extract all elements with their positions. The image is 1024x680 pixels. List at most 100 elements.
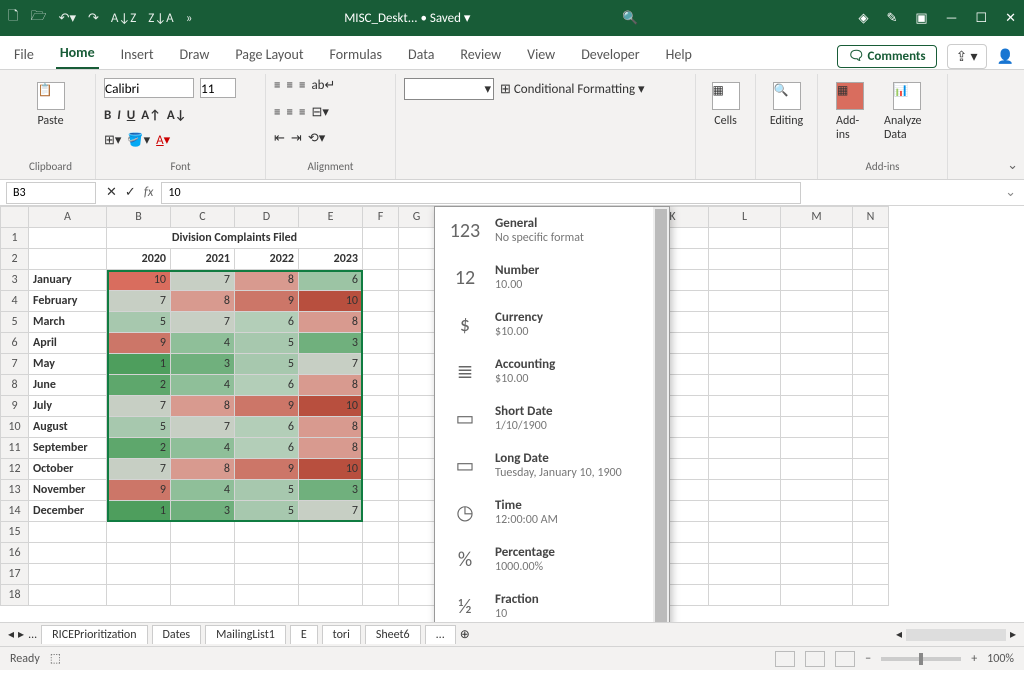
row-header[interactable]: 13: [1, 480, 29, 501]
zoom-out-icon[interactable]: −: [865, 652, 871, 666]
align-bottom-icon[interactable]: ≡: [299, 78, 305, 93]
font-size-input[interactable]: [200, 78, 236, 98]
data-cell[interactable]: 6: [235, 417, 299, 438]
normal-view-icon[interactable]: [775, 651, 795, 667]
cancel-icon[interactable]: ✕: [106, 185, 117, 200]
decrease-font-icon[interactable]: A↓: [167, 108, 187, 123]
fx-icon[interactable]: fx: [144, 185, 154, 200]
tab-formulas[interactable]: Formulas: [326, 40, 386, 69]
sheet-tab[interactable]: Sheet6: [365, 625, 421, 644]
data-cell[interactable]: 8: [299, 438, 363, 459]
format-option-currency[interactable]: $Currency$10.00: [435, 301, 669, 348]
format-option-time[interactable]: ◷Time12:00:00 AM: [435, 489, 669, 536]
increase-indent-icon[interactable]: ⇥: [291, 131, 302, 146]
col-header-E[interactable]: E: [299, 207, 363, 228]
col-header-A[interactable]: A: [29, 207, 107, 228]
tab-draw[interactable]: Draw: [176, 40, 214, 69]
data-cell[interactable]: 10: [299, 459, 363, 480]
zoom-in-icon[interactable]: +: [971, 652, 977, 666]
tab-page-layout[interactable]: Page Layout: [231, 40, 307, 69]
redo-icon[interactable]: ↷: [88, 11, 99, 26]
col-header-N[interactable]: N: [853, 207, 889, 228]
hscrollbar[interactable]: [906, 629, 1006, 641]
row-header[interactable]: 2: [1, 249, 29, 270]
data-cell[interactable]: 4: [171, 375, 235, 396]
sheet-tab[interactable]: tori: [322, 625, 361, 644]
data-cell[interactable]: 4: [171, 438, 235, 459]
zoom-slider[interactable]: [881, 657, 961, 661]
data-cell[interactable]: 8: [171, 459, 235, 480]
tab-data[interactable]: Data: [404, 40, 438, 69]
row-header[interactable]: 7: [1, 354, 29, 375]
tab-insert[interactable]: Insert: [117, 40, 158, 69]
data-cell[interactable]: 9: [107, 333, 171, 354]
name-box[interactable]: [6, 182, 96, 204]
italic-button[interactable]: I: [117, 108, 120, 123]
wrap-text-icon[interactable]: ab↵: [311, 78, 335, 93]
sheet-tab[interactable]: MailingList1: [205, 625, 286, 644]
macro-record-icon[interactable]: ⬚: [50, 651, 61, 666]
data-cell[interactable]: 8: [171, 291, 235, 312]
col-header-B[interactable]: B: [107, 207, 171, 228]
close-icon[interactable]: ✕: [1005, 11, 1016, 26]
row-header[interactable]: 18: [1, 585, 29, 606]
col-header-L[interactable]: L: [709, 207, 781, 228]
data-cell[interactable]: 5: [235, 501, 299, 522]
data-cell[interactable]: 6: [235, 375, 299, 396]
data-cell[interactable]: 5: [235, 480, 299, 501]
share-button[interactable]: ⇪ ▾: [947, 44, 987, 69]
data-cell[interactable]: 7: [107, 459, 171, 480]
row-header[interactable]: 6: [1, 333, 29, 354]
addins-button[interactable]: ▦Add-ins: [826, 78, 874, 146]
conditional-formatting-button[interactable]: ⊞ Conditional Formatting ▾: [500, 82, 645, 97]
data-cell[interactable]: 8: [299, 375, 363, 396]
account-icon[interactable]: 👤: [997, 48, 1014, 65]
data-cell[interactable]: 3: [171, 354, 235, 375]
search-icon[interactable]: 🔍: [622, 11, 638, 26]
row-header[interactable]: 17: [1, 564, 29, 585]
format-option-accounting[interactable]: ≣Accounting$10.00: [435, 348, 669, 395]
col-header-D[interactable]: D: [235, 207, 299, 228]
underline-button[interactable]: U: [127, 108, 136, 123]
data-cell[interactable]: 9: [107, 480, 171, 501]
data-cell[interactable]: 7: [171, 417, 235, 438]
merge-icon[interactable]: ⊟▾: [311, 105, 328, 120]
sheet-tab[interactable]: RICEPrioritization: [41, 625, 147, 644]
sort-desc-icon[interactable]: Z↓A: [148, 11, 173, 26]
font-name-input[interactable]: [104, 78, 194, 98]
border-button[interactable]: ⊞▾: [104, 133, 121, 148]
data-cell[interactable]: 7: [299, 501, 363, 522]
data-cell[interactable]: 4: [171, 480, 235, 501]
row-header[interactable]: 15: [1, 522, 29, 543]
number-format-dropdown[interactable]: ▾: [404, 78, 494, 100]
row-header[interactable]: 10: [1, 417, 29, 438]
format-option-fraction[interactable]: ½Fraction10: [435, 583, 669, 622]
hscroll-right-icon[interactable]: ▸: [1010, 627, 1016, 642]
align-middle-icon[interactable]: ≡: [286, 78, 292, 93]
gallery-scrollbar[interactable]: [653, 207, 669, 622]
data-cell[interactable]: 5: [235, 333, 299, 354]
expand-formula-icon[interactable]: ⌄: [1005, 185, 1016, 200]
page-layout-view-icon[interactable]: [805, 651, 825, 667]
zoom-level[interactable]: 100%: [987, 652, 1014, 666]
coming-soon-icon[interactable]: ✎: [886, 11, 897, 26]
font-color-button[interactable]: A▾: [156, 133, 170, 148]
data-cell[interactable]: 10: [299, 291, 363, 312]
row-header[interactable]: 1: [1, 228, 29, 249]
minimize-icon[interactable]: —: [946, 11, 958, 26]
data-cell[interactable]: 1: [107, 501, 171, 522]
col-header-F[interactable]: F: [363, 207, 399, 228]
format-option-short-date[interactable]: ▭Short Date1/10/1900: [435, 395, 669, 442]
format-option-percentage[interactable]: %Percentage1000.00%: [435, 536, 669, 583]
hscroll-left-icon[interactable]: ◂: [896, 627, 902, 642]
bold-button[interactable]: B: [104, 108, 111, 123]
tab-nav-next-icon[interactable]: ▸: [18, 627, 24, 642]
col-header-C[interactable]: C: [171, 207, 235, 228]
paste-button[interactable]: 📋 Paste: [14, 78, 87, 132]
orientation-icon[interactable]: ⟲▾: [308, 131, 325, 146]
data-cell[interactable]: 7: [171, 312, 235, 333]
align-left-icon[interactable]: ≡: [274, 105, 280, 120]
data-cell[interactable]: 7: [107, 396, 171, 417]
qat-overflow-icon[interactable]: »: [186, 11, 193, 26]
row-header[interactable]: 14: [1, 501, 29, 522]
